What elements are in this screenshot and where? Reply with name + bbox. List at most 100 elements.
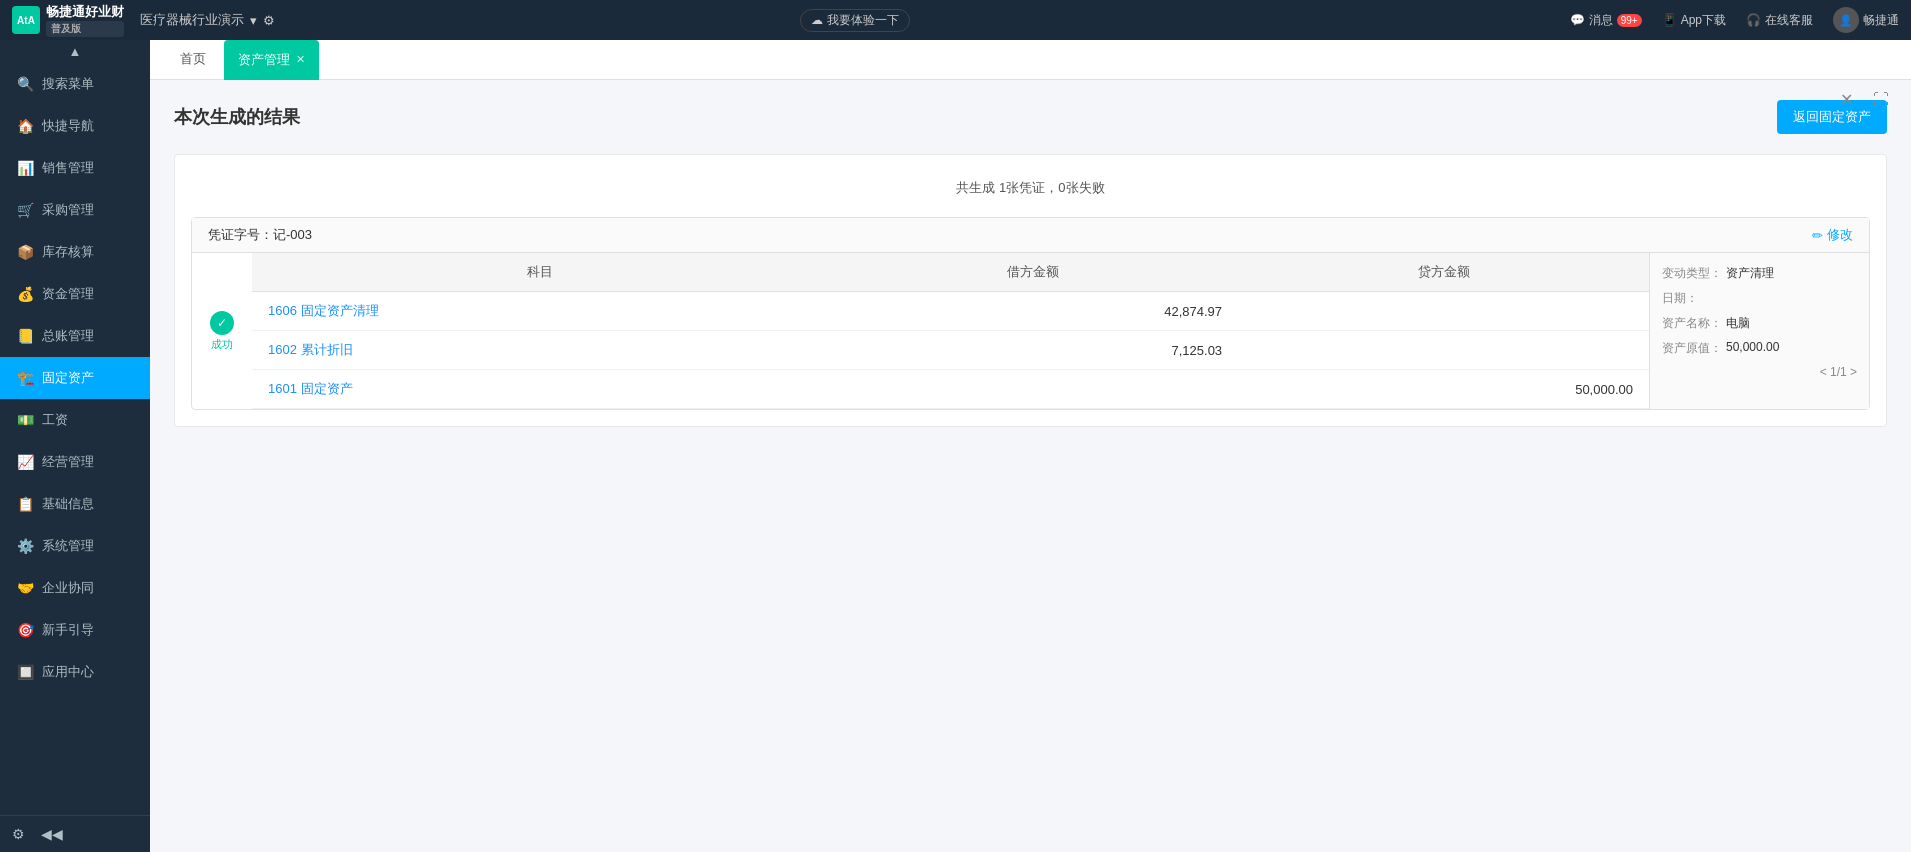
- sidebar-icon-app-center: 🔲: [16, 663, 34, 681]
- sidebar-item-guide[interactable]: 🎯 新手引导: [0, 609, 150, 651]
- result-area: 共生成 1张凭证，0张失败 凭证字号：记-003 ✏ 修改: [174, 154, 1887, 427]
- sidebar-item-app-center[interactable]: 🔲 应用中心: [0, 651, 150, 693]
- info-pagination[interactable]: < 1/1 >: [1662, 365, 1857, 379]
- sidebar-icon-sales: 📊: [16, 159, 34, 177]
- edit-icon: ✏: [1812, 228, 1823, 243]
- cell-debit: [827, 370, 1238, 409]
- asset-name-label: 资产名称：: [1662, 315, 1722, 332]
- content-area: 首页 资产管理 ✕ 本次生成的结果 返回固定资产 ✕ ⛶ 共生成 1张凭证，0张…: [150, 40, 1911, 852]
- expand-panel-button[interactable]: ⛶: [1867, 88, 1895, 111]
- voucher-table-wrap: 科目 借方金额 贷方金额 1606 固定资产清理 42,874.97 1602: [252, 253, 1649, 409]
- sidebar-label-basic-info: 基础信息: [42, 495, 94, 513]
- voucher-info-panel: 变动类型： 资产清理 日期： 资产名称： 电脑: [1649, 253, 1869, 409]
- col-header-subject: 科目: [252, 253, 827, 292]
- collapse-icon[interactable]: ◀◀: [41, 826, 63, 842]
- company-dropdown-icon[interactable]: ▾: [250, 13, 257, 28]
- app-name: 畅捷通好业财: [46, 3, 124, 21]
- sidebar-item-funds[interactable]: 💰 资金管理: [0, 273, 150, 315]
- status-cell: ✓ 成功: [192, 253, 252, 409]
- sidebar-item-basic-info[interactable]: 📋 基础信息: [0, 483, 150, 525]
- sidebar-item-payroll[interactable]: 💵 工资: [0, 399, 150, 441]
- scroll-up[interactable]: ▲: [0, 40, 150, 63]
- sidebar-item-ops[interactable]: 📈 经营管理: [0, 441, 150, 483]
- sidebar-item-quick-nav[interactable]: 🏠 快捷导航: [0, 105, 150, 147]
- sidebar-label-system: 系统管理: [42, 537, 94, 555]
- user-action[interactable]: 👤 畅捷通: [1833, 7, 1899, 33]
- tab-asset-mgmt[interactable]: 资产管理 ✕: [224, 40, 319, 80]
- sidebar-icon-ops: 📈: [16, 453, 34, 471]
- sidebar-label-fixed-assets: 固定资产: [42, 369, 94, 387]
- cell-debit: 42,874.97: [827, 292, 1238, 331]
- col-header-credit: 贷方金额: [1238, 253, 1649, 292]
- sidebar-icon-system: ⚙️: [16, 537, 34, 555]
- table-with-status: ✓ 成功 科目 借方金额 贷方: [192, 253, 1649, 409]
- logo-icon: AtA: [12, 6, 40, 34]
- company-name: 医疗器械行业演示: [140, 11, 244, 29]
- tab-home[interactable]: 首页: [166, 40, 220, 80]
- subject-link[interactable]: 1602 累计折旧: [268, 342, 353, 357]
- sidebar-icon-funds: 💰: [16, 285, 34, 303]
- sidebar-item-purchase[interactable]: 🛒 采购管理: [0, 189, 150, 231]
- sidebar-item-fixed-assets[interactable]: 🏗️ 固定资产: [0, 357, 150, 399]
- headset-icon: 🎧: [1746, 13, 1761, 27]
- avatar: 👤: [1833, 7, 1859, 33]
- sidebar-item-ledger[interactable]: 📒 总账管理: [0, 315, 150, 357]
- sidebar-icon-guide: 🎯: [16, 621, 34, 639]
- nav-tabs: 首页 资产管理 ✕: [150, 40, 1911, 80]
- info-asset-value: 资产原值： 50,000.00: [1662, 340, 1857, 357]
- settings-icon[interactable]: ⚙: [263, 13, 275, 28]
- sidebar-item-sales[interactable]: 📊 销售管理: [0, 147, 150, 189]
- table-row: 1602 累计折旧 7,125.03: [252, 331, 1649, 370]
- sidebar-item-inventory[interactable]: 📦 库存核算: [0, 231, 150, 273]
- voucher-table: 科目 借方金额 贷方金额 1606 固定资产清理 42,874.97 1602: [252, 253, 1649, 409]
- edit-button[interactable]: ✏ 修改: [1812, 226, 1853, 244]
- sidebar-item-search[interactable]: 🔍 搜索菜单: [0, 63, 150, 105]
- change-type-label: 变动类型：: [1662, 265, 1722, 282]
- table-row: 1601 固定资产 50,000.00: [252, 370, 1649, 409]
- cloud-icon: ☁: [811, 13, 823, 27]
- result-summary: 共生成 1张凭证，0张失败: [191, 171, 1870, 205]
- change-type-value: 资产清理: [1726, 265, 1774, 282]
- sidebar-icon-enterprise: 🤝: [16, 579, 34, 597]
- info-change-type: 变动类型： 资产清理: [1662, 265, 1857, 282]
- sidebar-item-enterprise[interactable]: 🤝 企业协同: [0, 567, 150, 609]
- sidebar-label-search: 搜索菜单: [42, 75, 94, 93]
- asset-mgmt-tab-label: 资产管理: [238, 51, 290, 69]
- asset-value-value: 50,000.00: [1726, 340, 1779, 354]
- info-asset-name: 资产名称： 电脑: [1662, 315, 1857, 332]
- logo: AtA 畅捷通好业财 普及版: [12, 3, 124, 37]
- message-action[interactable]: 💬 消息 99+: [1570, 12, 1642, 29]
- sidebar-label-sales: 销售管理: [42, 159, 94, 177]
- sidebar-label-quick-nav: 快捷导航: [42, 117, 94, 135]
- sidebar-icon-search: 🔍: [16, 75, 34, 93]
- table-row: 1606 固定资产清理 42,874.97: [252, 292, 1649, 331]
- asset-name-value: 电脑: [1726, 315, 1750, 332]
- app-download-label: App下载: [1681, 12, 1726, 29]
- asset-value-label: 资产原值：: [1662, 340, 1722, 357]
- sidebar-icon-quick-nav: 🏠: [16, 117, 34, 135]
- voucher-header: 凭证字号：记-003 ✏ 修改: [192, 218, 1869, 253]
- topbar-actions: 💬 消息 99+ 📱 App下载 🎧 在线客服 👤 畅捷通: [1570, 7, 1899, 33]
- sidebar-icon-fixed-assets: 🏗️: [16, 369, 34, 387]
- subject-link[interactable]: 1606 固定资产清理: [268, 303, 379, 318]
- message-icon: 💬: [1570, 13, 1585, 27]
- try-button[interactable]: ☁ 我要体验一下: [800, 9, 910, 32]
- settings-icon[interactable]: ⚙: [12, 826, 25, 842]
- page-content: 本次生成的结果 返回固定资产 ✕ ⛶ 共生成 1张凭证，0张失败 凭证字号：记-…: [150, 80, 1911, 852]
- sidebar-label-funds: 资金管理: [42, 285, 94, 303]
- message-label: 消息: [1589, 12, 1613, 29]
- subject-link[interactable]: 1601 固定资产: [268, 381, 353, 396]
- close-panel-button[interactable]: ✕: [1834, 88, 1859, 111]
- success-icon: ✓: [210, 311, 234, 335]
- page-header: 本次生成的结果 返回固定资产: [174, 100, 1887, 134]
- sidebar-item-system[interactable]: ⚙️ 系统管理: [0, 525, 150, 567]
- tab-close-icon[interactable]: ✕: [296, 53, 305, 66]
- online-service-action[interactable]: 🎧 在线客服: [1746, 12, 1813, 29]
- date-label: 日期：: [1662, 290, 1698, 307]
- app-download-action[interactable]: 📱 App下载: [1662, 12, 1726, 29]
- sidebar-icon-payroll: 💵: [16, 411, 34, 429]
- company-selector[interactable]: 医疗器械行业演示 ▾ ⚙: [140, 11, 800, 29]
- download-icon: 📱: [1662, 13, 1677, 27]
- user-label: 畅捷通: [1863, 12, 1899, 29]
- sidebar-icon-inventory: 📦: [16, 243, 34, 261]
